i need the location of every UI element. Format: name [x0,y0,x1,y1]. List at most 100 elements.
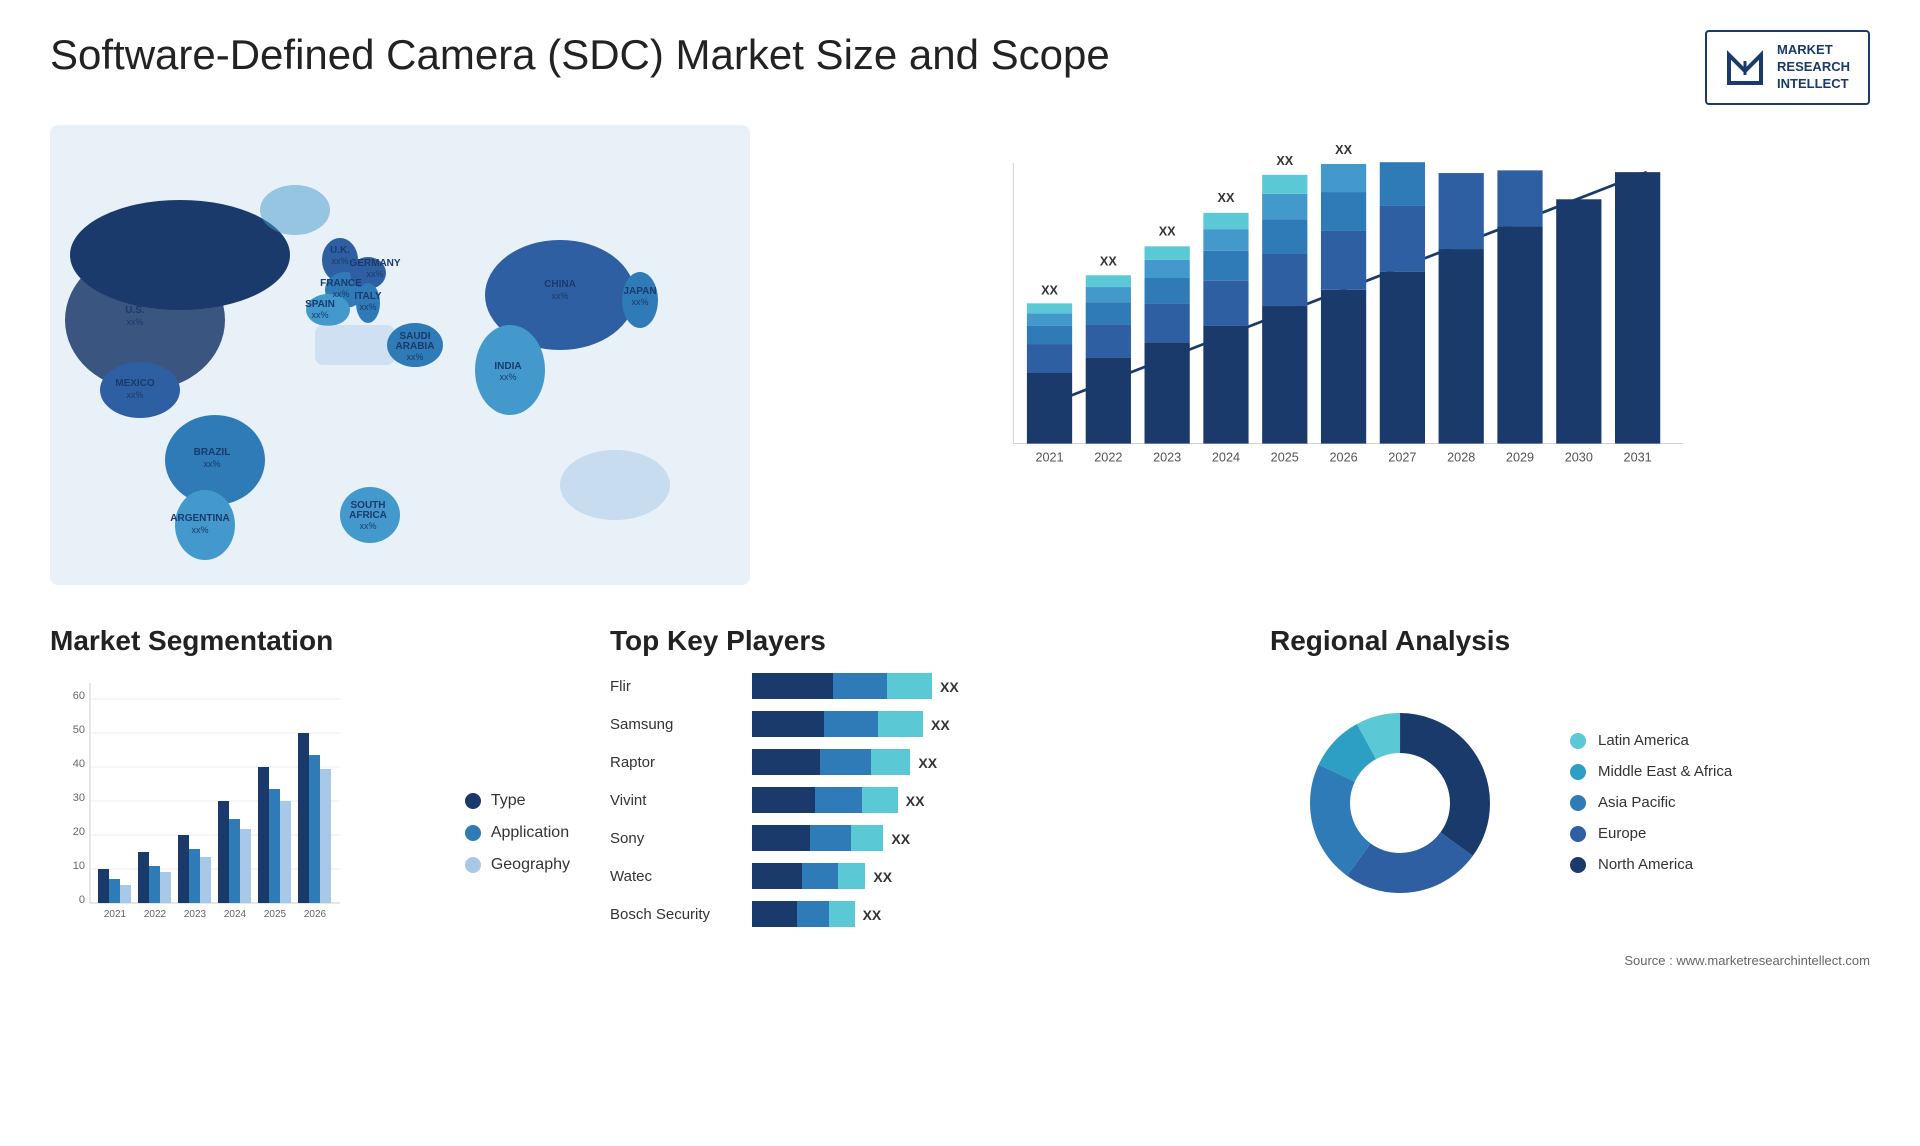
player-bar-wrap: XX [752,787,1230,815]
logo-icon [1725,47,1765,87]
player-bar-segment [838,863,865,889]
player-name: Bosch Security [610,906,740,923]
svg-text:10: 10 [73,860,85,872]
svg-text:xx%: xx% [631,297,648,307]
svg-text:xx%: xx% [191,525,208,535]
svg-text:2021: 2021 [1035,450,1063,464]
svg-text:MEXICO: MEXICO [115,378,155,389]
logo-line1: MARKET [1777,42,1833,57]
player-name: Sony [610,830,740,847]
bar-chart-container: XX XX XX XX [790,125,1870,585]
player-bar-segment [833,673,887,699]
player-row: Raptor XX [610,749,1230,777]
player-bar-segment [797,901,829,927]
player-bar-wrap: XX [752,863,1230,891]
player-bar-segment [851,825,883,851]
svg-text:2029: 2029 [1506,450,1534,464]
svg-text:XX: XX [1159,224,1176,238]
legend-item-geography: Geography [465,856,570,874]
header: Software-Defined Camera (SDC) Market Siz… [50,30,1870,105]
players-title: Top Key Players [610,625,1230,657]
player-xx-label: XX [931,717,950,733]
svg-text:2027: 2027 [1388,450,1416,464]
legend-label-application: Application [491,824,569,842]
player-row: Sony XX [610,825,1230,853]
player-bar-segment [752,711,824,737]
reg-legend-label-na: North America [1598,856,1693,873]
player-bar-segment [878,711,923,737]
player-name: Vivint [610,792,740,809]
svg-text:AFRICA: AFRICA [349,510,387,521]
svg-text:SPAIN: SPAIN [305,299,335,310]
svg-text:2028: 2028 [1447,450,1475,464]
player-bar-segment [752,901,797,927]
svg-text:30: 30 [73,792,85,804]
svg-text:xx%: xx% [332,289,349,299]
svg-text:20: 20 [73,826,85,838]
map-container: CANADA xx% U.S. xx% MEXICO xx% BRAZIL xx… [50,125,750,585]
svg-text:CANADA: CANADA [158,229,201,240]
reg-legend-label-europe: Europe [1598,825,1646,842]
svg-text:XX: XX [1276,154,1293,168]
regional-legend: Latin America Middle East & Africa Asia … [1570,732,1732,873]
svg-text:0: 0 [79,894,85,906]
svg-text:2023: 2023 [1153,450,1181,464]
svg-text:XX: XX [1218,191,1235,205]
player-xx-label: XX [918,755,937,771]
svg-text:BRAZIL: BRAZIL [194,447,231,458]
reg-legend-dot-apac [1570,795,1586,811]
seg-svg-wrap: 0 10 20 30 40 50 60 [50,673,435,953]
player-bar-segment [752,863,802,889]
player-xx-label: XX [873,869,892,885]
player-xx-label: XX [891,831,910,847]
logo-line2: RESEARCH [1777,59,1850,74]
segmentation-title: Market Segmentation [50,625,570,657]
regional-container: Regional Analysis [1270,625,1870,1005]
svg-text:xx%: xx% [126,390,143,400]
regional-title: Regional Analysis [1270,625,1870,657]
reg-legend-item-mea: Middle East & Africa [1570,763,1732,780]
player-xx-label: XX [906,793,925,809]
svg-text:2021: 2021 [104,909,127,920]
svg-text:50: 50 [73,724,85,736]
player-xx-label: XX [940,679,959,695]
player-bar [752,901,855,929]
legend-item-type: Type [465,792,570,810]
svg-text:2025: 2025 [264,909,287,920]
svg-text:2024: 2024 [1212,450,1240,464]
player-bar [752,749,910,777]
reg-legend-item-latin: Latin America [1570,732,1732,749]
player-name: Raptor [610,754,740,771]
legend-item-application: Application [465,824,570,842]
logo-box: MARKET RESEARCH INTELLECT [1705,30,1870,105]
logo-line3: INTELLECT [1777,76,1849,91]
svg-text:XX: XX [1335,145,1352,157]
player-bar [752,711,923,739]
players-list: FlirXXSamsungXXRaptorXXVivintXXSonyXXWat… [610,673,1230,929]
seg-chart-area: 0 10 20 30 40 50 60 [50,673,570,973]
svg-text:2026: 2026 [1329,450,1357,464]
reg-legend-item-europe: Europe [1570,825,1732,842]
svg-text:ARGENTINA: ARGENTINA [170,513,229,524]
bottom-section: Market Segmentation 0 10 20 30 40 50 [50,625,1870,1005]
legend-dot-geography [465,857,481,873]
player-bar-segment [752,787,815,813]
player-row: FlirXX [610,673,1230,701]
svg-text:JAPAN: JAPAN [623,286,656,297]
player-bar-segment [820,749,870,775]
svg-text:FRANCE: FRANCE [320,278,362,289]
player-bar [752,787,898,815]
player-bar-segment [871,749,911,775]
player-bar-segment [752,825,810,851]
svg-text:40: 40 [73,758,85,770]
svg-text:xx%: xx% [331,256,348,266]
legend-dot-application [465,825,481,841]
svg-text:2024: 2024 [224,909,247,920]
reg-legend-label-apac: Asia Pacific [1598,794,1676,811]
player-xx-label: XX [863,907,882,923]
reg-legend-item-na: North America [1570,856,1732,873]
svg-text:xx%: xx% [551,291,568,301]
player-bar-segment [824,711,878,737]
svg-text:60: 60 [73,690,85,702]
svg-text:xx%: xx% [359,521,376,531]
